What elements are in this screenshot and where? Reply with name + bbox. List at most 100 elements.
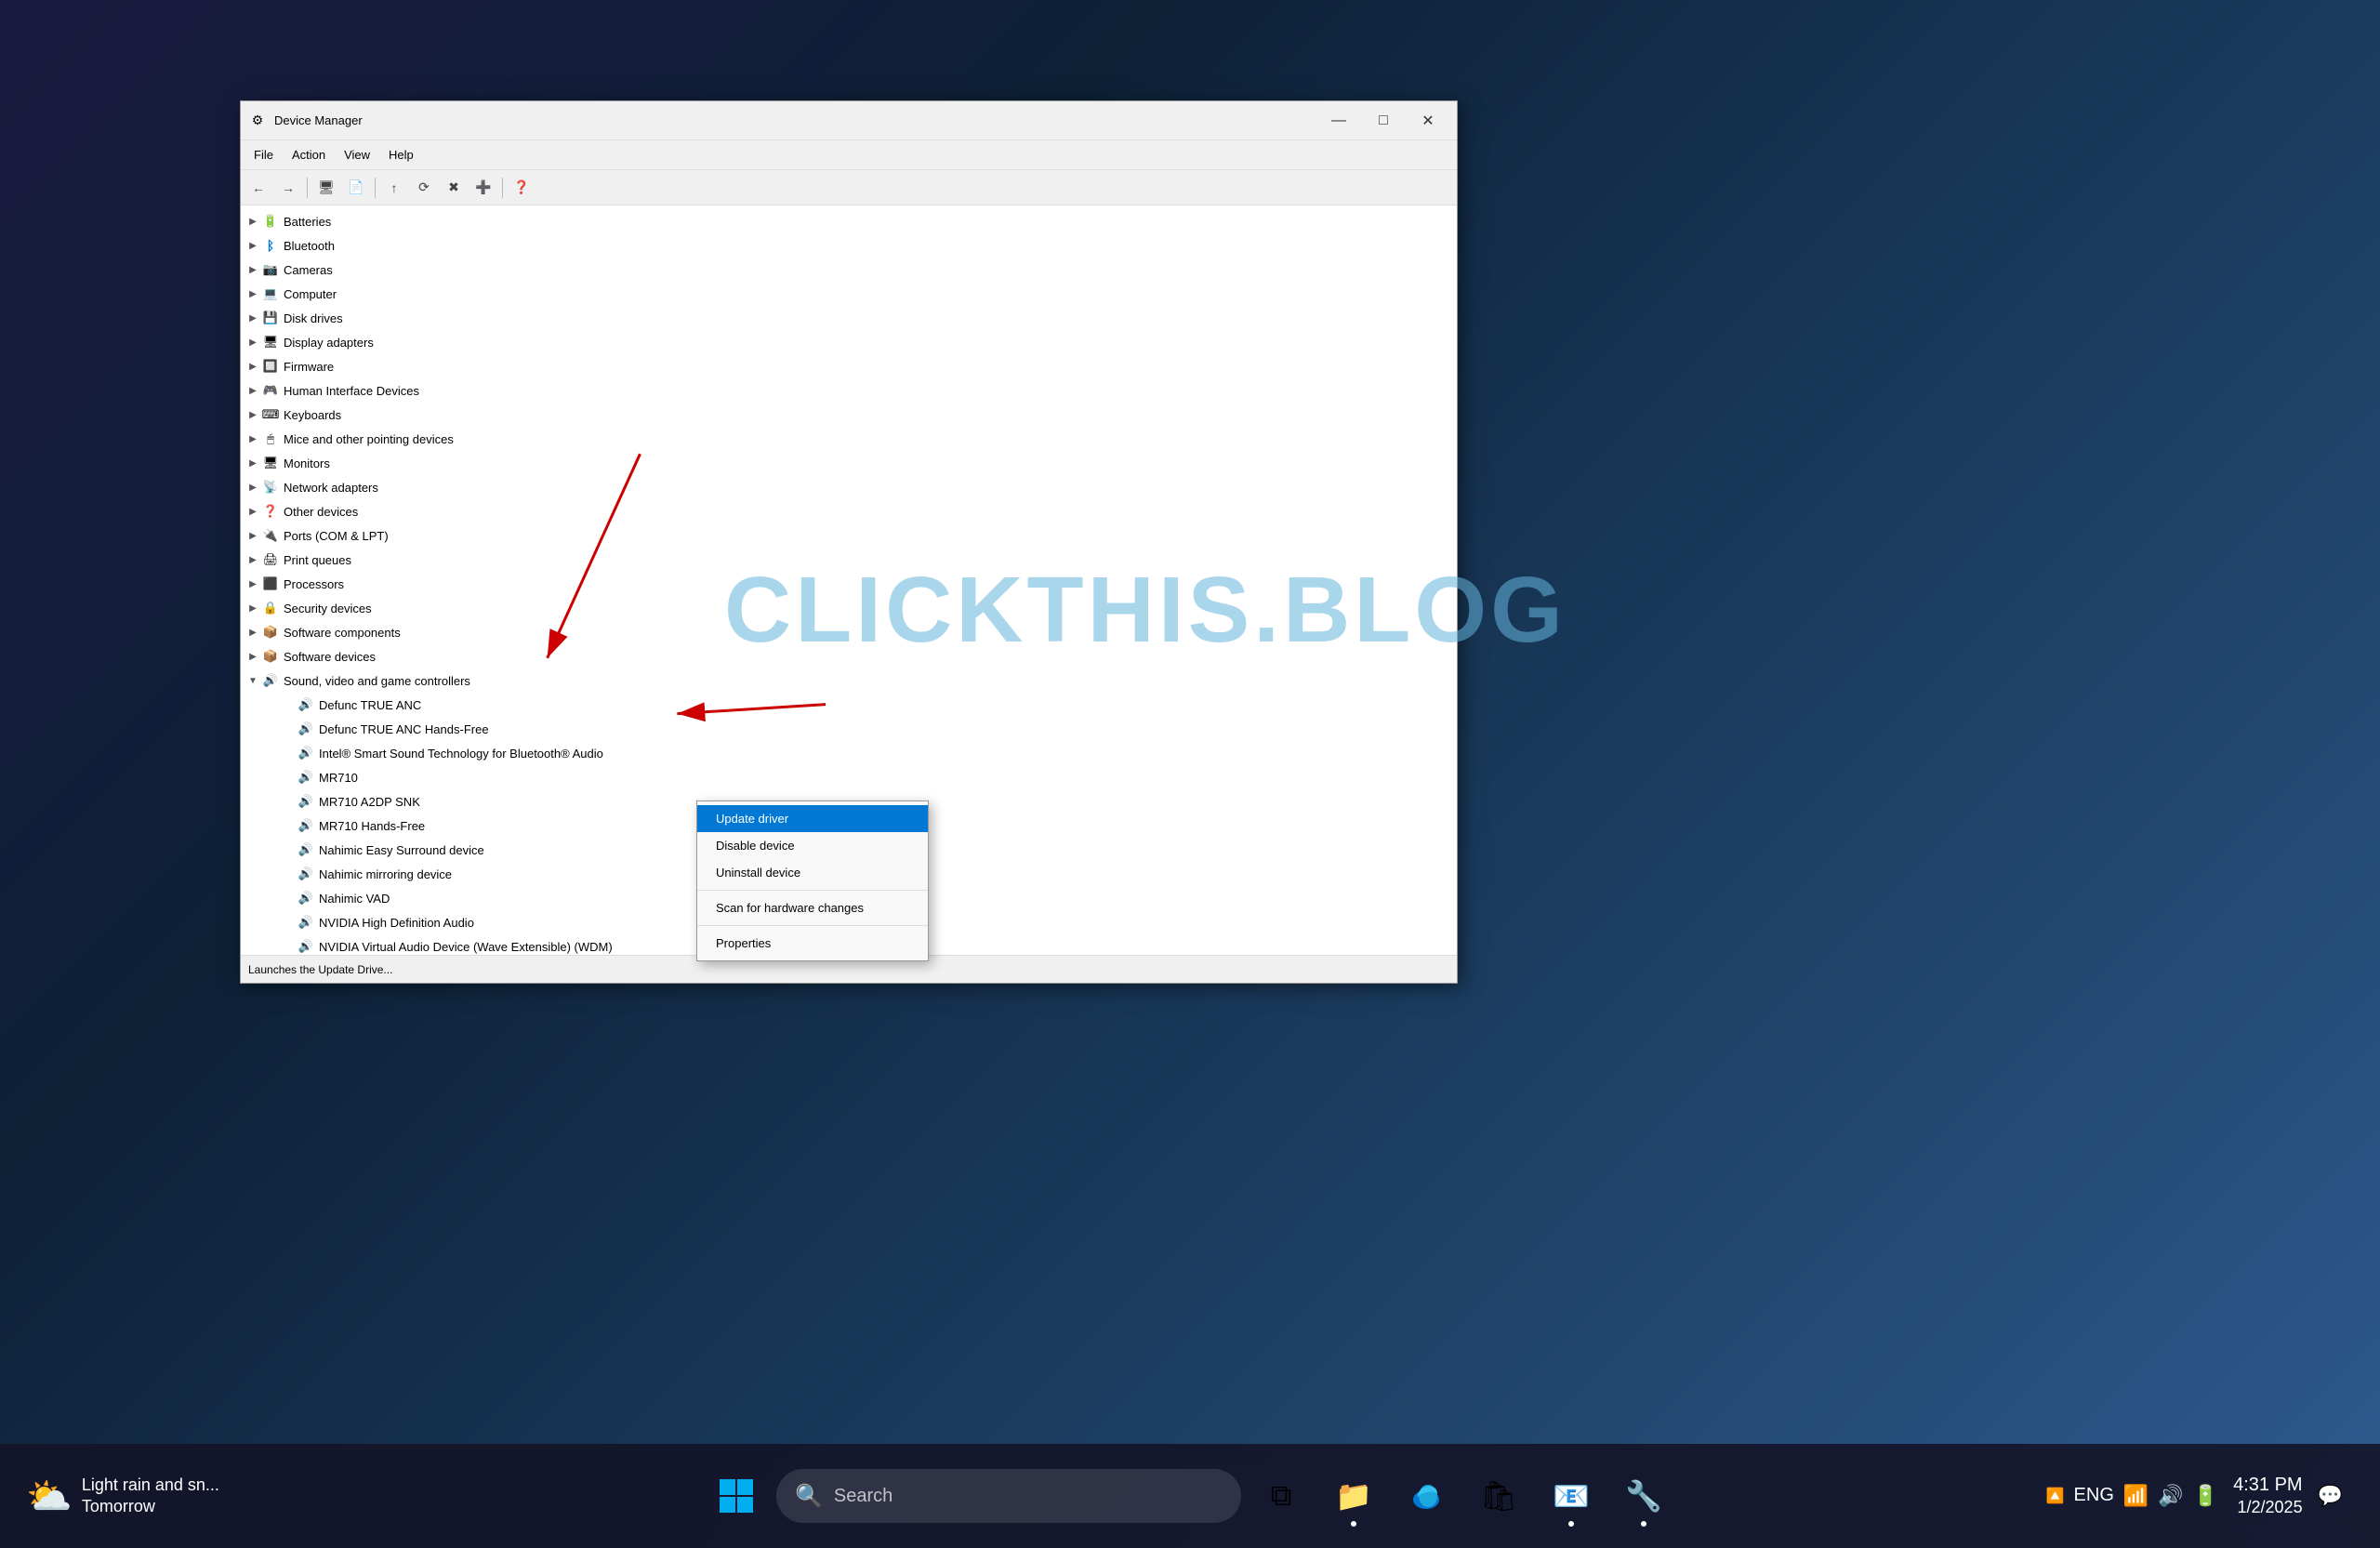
ctx-scan-hardware[interactable]: Scan for hardware changes — [697, 894, 928, 921]
task-view-button[interactable]: ⧉ — [1249, 1463, 1314, 1528]
tree-item-processors[interactable]: ▶ ⬛ Processors — [241, 572, 1457, 596]
toolbar-back[interactable]: ← — [245, 175, 272, 201]
tray-wifi[interactable]: 📶 — [2123, 1484, 2149, 1508]
icon-processors: ⬛ — [261, 575, 280, 593]
icon-computer: 💻 — [261, 284, 280, 303]
store-button[interactable]: 🛍 — [1466, 1463, 1531, 1528]
tree-item-batteries[interactable]: ▶ 🔋 Batteries — [241, 209, 1457, 233]
clock[interactable]: 4:31 PM 1/2/2025 — [2233, 1473, 2302, 1518]
expand-mice: ▶ — [245, 430, 261, 447]
tree-item-network-adapters[interactable]: ▶ 📡 Network adapters — [241, 475, 1457, 499]
icon-nahimic-vad: 🔊 — [297, 889, 315, 907]
menu-help[interactable]: Help — [379, 144, 423, 165]
toolbar-help[interactable]: ❓ — [508, 175, 536, 201]
ctx-disable-device[interactable]: Disable device — [697, 832, 928, 859]
window-icon: ⚙ — [248, 112, 267, 130]
icon-defunc-handsfree: 🔊 — [297, 720, 315, 738]
edge-button[interactable] — [1394, 1463, 1459, 1528]
tree-item-human-interface[interactable]: ▶ 🎮 Human Interface Devices — [241, 378, 1457, 403]
file-explorer-button[interactable]: 📁 — [1321, 1463, 1386, 1528]
weather-widget[interactable]: ⛅ Light rain and sn... Tomorrow — [26, 1475, 219, 1518]
tray-language[interactable]: ENG — [2074, 1485, 2114, 1506]
taskbar: ⛅ Light rain and sn... Tomorrow — [0, 1444, 2380, 1548]
expand-batteries: ▶ — [245, 213, 261, 230]
system-tray: 🔼 ENG 📶 🔊 🔋 4:31 PM 1/2/2025 💬 — [2046, 1473, 2343, 1518]
tree-item-mr710[interactable]: 🔊 MR710 — [241, 765, 1457, 789]
expand-print-queues: ▶ — [245, 551, 261, 568]
label-human-interface: Human Interface Devices — [284, 384, 419, 398]
tree-item-intel-smart[interactable]: 🔊 Intel® Smart Sound Technology for Blue… — [241, 741, 1457, 765]
dev-tools-active-dot — [1641, 1521, 1646, 1527]
task-view-icon: ⧉ — [1259, 1474, 1303, 1518]
icon-nahimic-mirror: 🔊 — [297, 865, 315, 883]
toolbar-device-manager[interactable]: 🖥 — [312, 175, 340, 201]
tree-item-software-devices[interactable]: ▶ 📦 Software devices — [241, 644, 1457, 668]
expand-software-devices: ▶ — [245, 648, 261, 665]
label-bluetooth: Bluetooth — [284, 239, 335, 253]
outlook-button[interactable]: 📧 — [1539, 1463, 1604, 1528]
tree-item-ports[interactable]: ▶ 🔌 Ports (COM & LPT) — [241, 523, 1457, 548]
tree-item-disk-drives[interactable]: ▶ 💾 Disk drives — [241, 306, 1457, 330]
tree-item-keyboards[interactable]: ▶ ⌨ Keyboards — [241, 403, 1457, 427]
icon-software-devices: 📦 — [261, 647, 280, 666]
menu-file[interactable]: File — [245, 144, 283, 165]
toolbar-properties[interactable]: 📄 — [342, 175, 370, 201]
tree-item-display-adapters[interactable]: ▶ 🖥 Display adapters — [241, 330, 1457, 354]
icon-keyboards: ⌨ — [261, 405, 280, 424]
tree-item-defunc-anc[interactable]: 🔊 Defunc TRUE ANC — [241, 693, 1457, 717]
expand-bluetooth: ▶ — [245, 237, 261, 254]
label-nvidia-virtual: NVIDIA Virtual Audio Device (Wave Extens… — [319, 940, 613, 954]
toolbar-scan[interactable]: ⟳ — [410, 175, 438, 201]
tray-chevron[interactable]: 🔼 — [2046, 1487, 2065, 1505]
label-mice: Mice and other pointing devices — [284, 432, 454, 446]
tree-item-security[interactable]: ▶ 🔒 Security devices — [241, 596, 1457, 620]
ctx-update-driver[interactable]: Update driver — [697, 805, 928, 832]
tray-volume[interactable]: 🔊 — [2158, 1484, 2183, 1508]
start-button[interactable] — [704, 1463, 769, 1528]
tree-item-monitors[interactable]: ▶ 🖥 Monitors — [241, 451, 1457, 475]
tree-item-print-queues[interactable]: ▶ 🖨 Print queues — [241, 548, 1457, 572]
tree-item-computer[interactable]: ▶ 💻 Computer — [241, 282, 1457, 306]
tree-item-cameras[interactable]: ▶ 📷 Cameras — [241, 258, 1457, 282]
dev-tools-button[interactable]: 🔧 — [1611, 1463, 1676, 1528]
tree-item-mice[interactable]: ▶ 🖱 Mice and other pointing devices — [241, 427, 1457, 451]
toolbar-update-driver[interactable]: ↑ — [380, 175, 408, 201]
toolbar-forward[interactable]: → — [274, 175, 302, 201]
taskbar-search-text: Search — [834, 1486, 892, 1507]
expand-sound: ▼ — [245, 672, 261, 689]
tree-item-sound[interactable]: ▼ 🔊 Sound, video and game controllers — [241, 668, 1457, 693]
icon-human-interface: 🎮 — [261, 381, 280, 400]
maximize-button[interactable]: □ — [1362, 106, 1405, 136]
label-defunc-anc: Defunc TRUE ANC — [319, 698, 421, 712]
toolbar-sep1 — [307, 178, 308, 198]
close-button[interactable]: ✕ — [1407, 106, 1449, 136]
tree-item-defunc-handsfree[interactable]: 🔊 Defunc TRUE ANC Hands-Free — [241, 717, 1457, 741]
taskbar-center: 🔍 Search ⧉ 📁 — [704, 1463, 1676, 1528]
notifications-icon[interactable]: 💬 — [2318, 1484, 2343, 1508]
tree-item-other-devices[interactable]: ▶ ❓ Other devices — [241, 499, 1457, 523]
toolbar-uninstall[interactable]: ✖ — [440, 175, 468, 201]
expand-security: ▶ — [245, 600, 261, 616]
label-keyboards: Keyboards — [284, 408, 341, 422]
taskbar-search-icon: 🔍 — [795, 1483, 823, 1510]
label-network-adapters: Network adapters — [284, 481, 378, 495]
label-sound: Sound, video and game controllers — [284, 674, 470, 688]
icon-print-queues: 🖨 — [261, 550, 280, 569]
expand-display-adapters: ▶ — [245, 334, 261, 351]
tree-item-software-components[interactable]: ▶ 📦 Software components — [241, 620, 1457, 644]
ctx-properties[interactable]: Properties — [697, 930, 928, 957]
tree-item-bluetooth[interactable]: ▶ ᛒ Bluetooth — [241, 233, 1457, 258]
ctx-uninstall-device[interactable]: Uninstall device — [697, 859, 928, 886]
minimize-button[interactable]: — — [1317, 106, 1360, 136]
tree-item-firmware[interactable]: ▶ 🔲 Firmware — [241, 354, 1457, 378]
context-menu: Update driver Disable device Uninstall d… — [696, 800, 929, 961]
icon-disk-drives: 💾 — [261, 309, 280, 327]
tray-battery[interactable]: 🔋 — [2193, 1484, 2218, 1508]
label-mr710-a2dp: MR710 A2DP SNK — [319, 795, 420, 809]
menu-action[interactable]: Action — [283, 144, 335, 165]
toolbar-add[interactable]: ➕ — [469, 175, 497, 201]
menu-view[interactable]: View — [335, 144, 379, 165]
icon-mr710-a2dp: 🔊 — [297, 792, 315, 811]
expand-other-devices: ▶ — [245, 503, 261, 520]
taskbar-search-bar[interactable]: 🔍 Search — [776, 1469, 1241, 1523]
